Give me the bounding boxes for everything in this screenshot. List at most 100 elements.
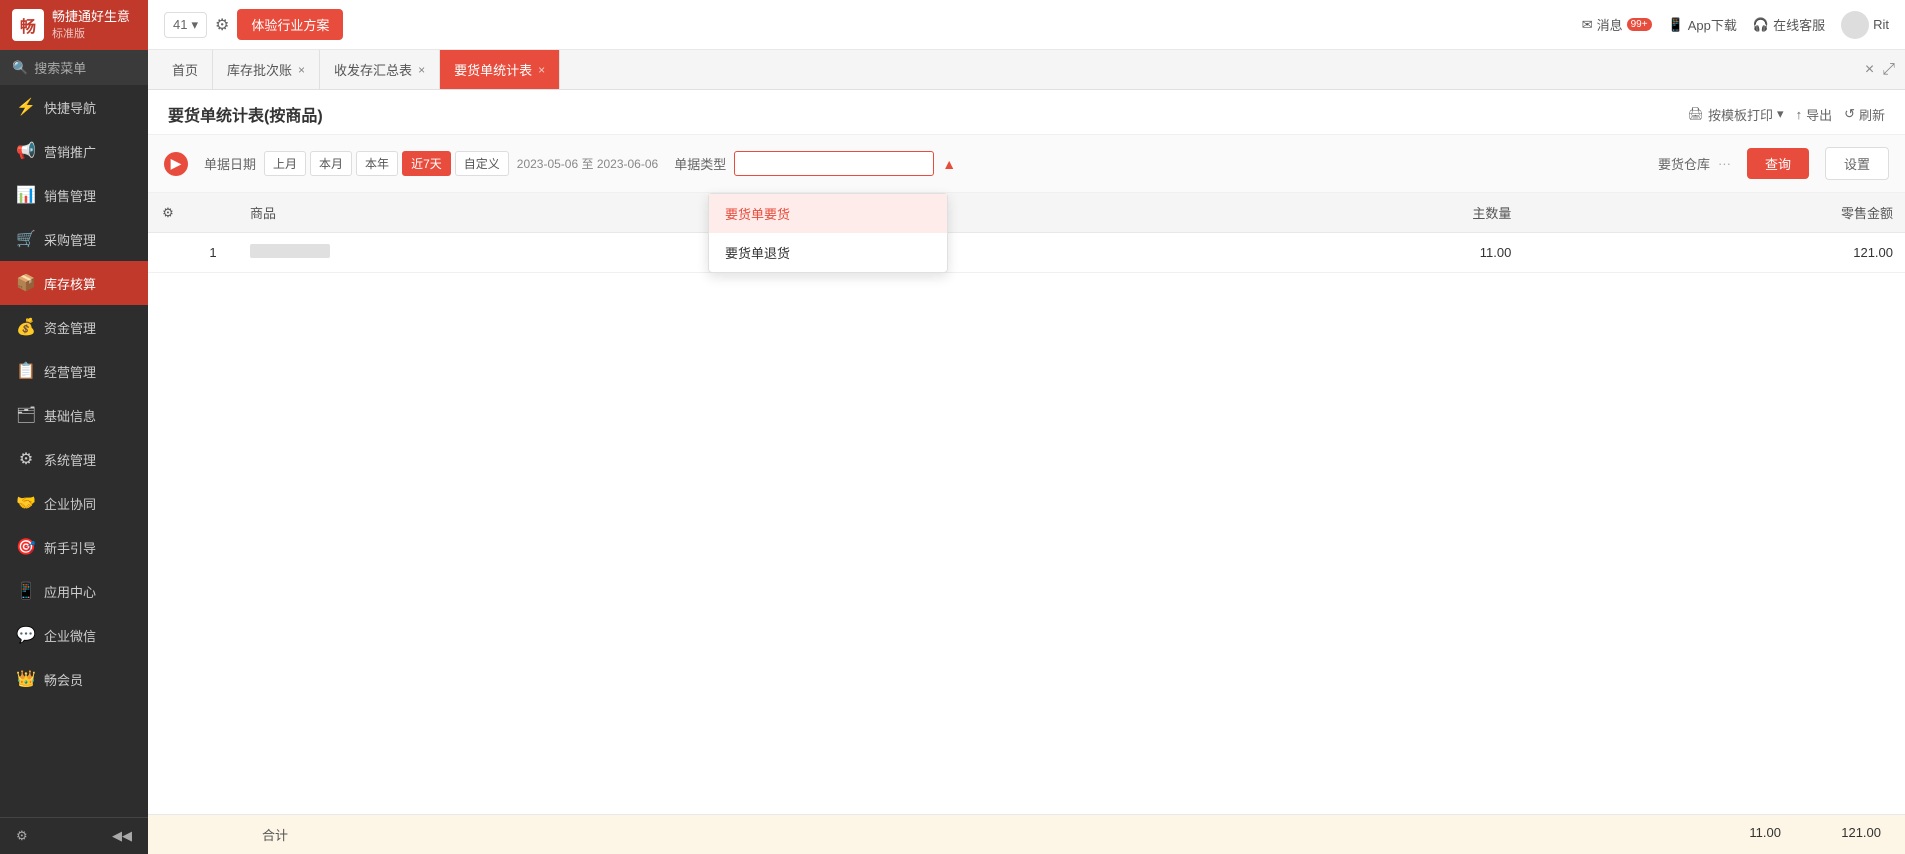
org-selector[interactable]: 41 ▾ [164,12,207,38]
tab-close-all-button[interactable]: × [1865,61,1874,79]
tab-receivable-summary[interactable]: 收发存汇总表 × [320,50,440,89]
export-button[interactable]: ↑ 导出 [1796,105,1833,124]
topbar-right: ✉ 消息 99+ 📱 App下载 🎧 在线客服 Rit [1582,11,1889,39]
type-filter-arrow-icon[interactable]: ▲ [942,156,956,172]
sidebar-item-label: 基础信息 [44,406,96,425]
date-filter-label: 单据日期 [204,154,256,173]
wechat-icon: 💬 [16,625,36,645]
sidebar-item-label: 新手引导 [44,538,96,557]
sidebar-item-label: 快捷导航 [44,98,96,117]
refresh-label: 刷新 [1859,105,1885,124]
app-download-label: App下载 [1688,15,1737,34]
cell-product [238,233,760,273]
sidebar-item-guide[interactable]: 🎯 新手引导 [0,525,148,569]
warehouse-filter-label: 要货仓库 [1658,154,1710,173]
sidebar-item-finance[interactable]: 💰 资金管理 [0,305,148,349]
type-filter-group: 单据类型 ▲ [674,151,956,176]
col-header-settings[interactable]: ⚙ [148,193,188,233]
sidebar-item-label: 库存核算 [44,274,96,293]
membership-icon: 👑 [16,669,36,689]
settings-gear-icon[interactable]: ⚙ [215,15,229,35]
main-area: 41 ▾ ⚙ 体验行业方案 ✉ 消息 99+ 📱 App下载 🎧 在线客服 R [148,0,1905,854]
sidebar-item-label: 经营管理 [44,362,96,381]
dropdown-item-order-goods[interactable]: 要货单要货 [709,194,947,233]
app-download-button[interactable]: 📱 App下载 [1668,15,1737,34]
guide-icon: 🎯 [16,537,36,557]
table-area: ⚙ 商品 主计量单位 主数量 零售金额 1 [148,193,1905,814]
sidebar-item-label: 资金管理 [44,318,96,337]
search-menu[interactable]: 🔍 搜索菜单 [0,50,148,85]
tabs-bar-actions: × ⤢ [1865,61,1895,79]
cell-settings [148,233,188,273]
data-table: ⚙ 商品 主计量单位 主数量 零售金额 1 [148,193,1905,273]
message-label: 消息 [1597,15,1623,34]
user-avatar-button[interactable]: Rit [1841,11,1889,39]
tab-order-summary[interactable]: 要货单统计表 × [440,50,560,89]
warehouse-dots-icon[interactable]: ··· [1718,156,1731,171]
refresh-button[interactable]: ↺ 刷新 [1844,105,1885,124]
tab-inventory-batch-close[interactable]: × [298,63,305,77]
filter-settings-button[interactable]: 设置 [1825,147,1889,180]
date-btn-this-year[interactable]: 本年 [356,151,398,176]
sidebar-item-operations[interactable]: 📋 经营管理 [0,349,148,393]
table-footer: 合计 11.00 121.00 [148,814,1905,854]
date-btn-custom[interactable]: 自定义 [455,151,509,176]
sidebar-header: 畅 畅捷通好生意 标准版 [0,0,148,50]
date-btn-this-month[interactable]: 本月 [310,151,352,176]
sidebar-item-inventory[interactable]: 📦 库存核算 [0,261,148,305]
sidebar-item-enterprise[interactable]: 🤝 企业协同 [0,481,148,525]
print-arrow-icon: ▾ [1777,106,1784,122]
type-filter-label: 单据类型 [674,154,726,173]
avatar [1841,11,1869,39]
query-button[interactable]: 查询 [1747,148,1809,179]
sidebar-item-app-center[interactable]: 📱 应用中心 [0,569,148,613]
tab-inventory-batch[interactable]: 库存批次账 × [213,50,320,89]
sidebar-item-marketing[interactable]: 📢 营销推广 [0,129,148,173]
tab-expand-button[interactable]: ⤢ [1882,61,1895,79]
sidebar-item-label: 销售管理 [44,186,96,205]
app-title: 畅捷通好生意 [52,9,130,26]
sidebar-item-basic[interactable]: 🗂 基础信息 [0,393,148,437]
tab-receivable-summary-close[interactable]: × [418,63,425,77]
online-service-button[interactable]: 🎧 在线客服 [1753,15,1825,34]
topbar-left: 41 ▾ ⚙ 体验行业方案 [164,9,1570,40]
sidebar-item-membership[interactable]: 👑 畅会员 [0,657,148,701]
date-btn-last-7-days[interactable]: 近7天 [402,151,451,176]
type-dropdown: 要货单要货 要货单退货 [708,193,948,273]
topbar: 41 ▾ ⚙ 体验行业方案 ✉ 消息 99+ 📱 App下载 🎧 在线客服 R [148,0,1905,50]
page-content: 要货单统计表(按商品) 🖨 按模板打印 ▾ ↑ 导出 ↺ 刷新 ▶ [148,90,1905,854]
refresh-icon: ↺ [1844,106,1855,122]
print-button[interactable]: 🖨 按模板打印 ▾ [1688,105,1784,124]
finance-icon: 💰 [16,317,36,337]
sidebar-item-label: 企业微信 [44,626,96,645]
tab-home[interactable]: 首页 [158,50,213,89]
footer-label: 合计 [250,825,450,844]
sidebar-item-sales[interactable]: 📊 销售管理 [0,173,148,217]
app-logo: 畅 [12,9,44,41]
type-filter-input[interactable] [734,151,934,176]
sidebar-item-wechat[interactable]: 💬 企业微信 [0,613,148,657]
mobile-icon: 📱 [1668,17,1684,33]
trial-button[interactable]: 体验行业方案 [237,9,343,40]
sidebar-collapse-icon[interactable]: ◀◀ [112,828,132,844]
tab-receivable-summary-label: 收发存汇总表 [334,60,412,79]
sidebar-item-quick-nav[interactable]: ⚡ 快捷导航 [0,85,148,129]
sidebar-settings-icon[interactable]: ⚙ [16,828,28,844]
sidebar-item-system[interactable]: ⚙ 系统管理 [0,437,148,481]
app-center-icon: 📱 [16,581,36,601]
tab-order-summary-close[interactable]: × [538,63,545,77]
operations-icon: 📋 [16,361,36,381]
filter-expand-button[interactable]: ▶ [164,152,188,176]
print-label: 按模板打印 [1708,105,1773,124]
dropdown-item-order-return[interactable]: 要货单退货 [709,233,947,272]
date-btn-last-month[interactable]: 上月 [264,151,306,176]
date-buttons: 上月 本月 本年 近7天 自定义 [264,151,509,176]
col-header-index [188,193,238,233]
message-button[interactable]: ✉ 消息 99+ [1582,15,1652,34]
org-value: 41 [173,17,187,32]
sidebar-item-purchase[interactable]: 🛒 采购管理 [0,217,148,261]
message-icon: ✉ [1582,17,1593,33]
search-icon: 🔍 [12,60,28,76]
quick-nav-icon: ⚡ [16,97,36,117]
tab-inventory-batch-label: 库存批次账 [227,60,292,79]
